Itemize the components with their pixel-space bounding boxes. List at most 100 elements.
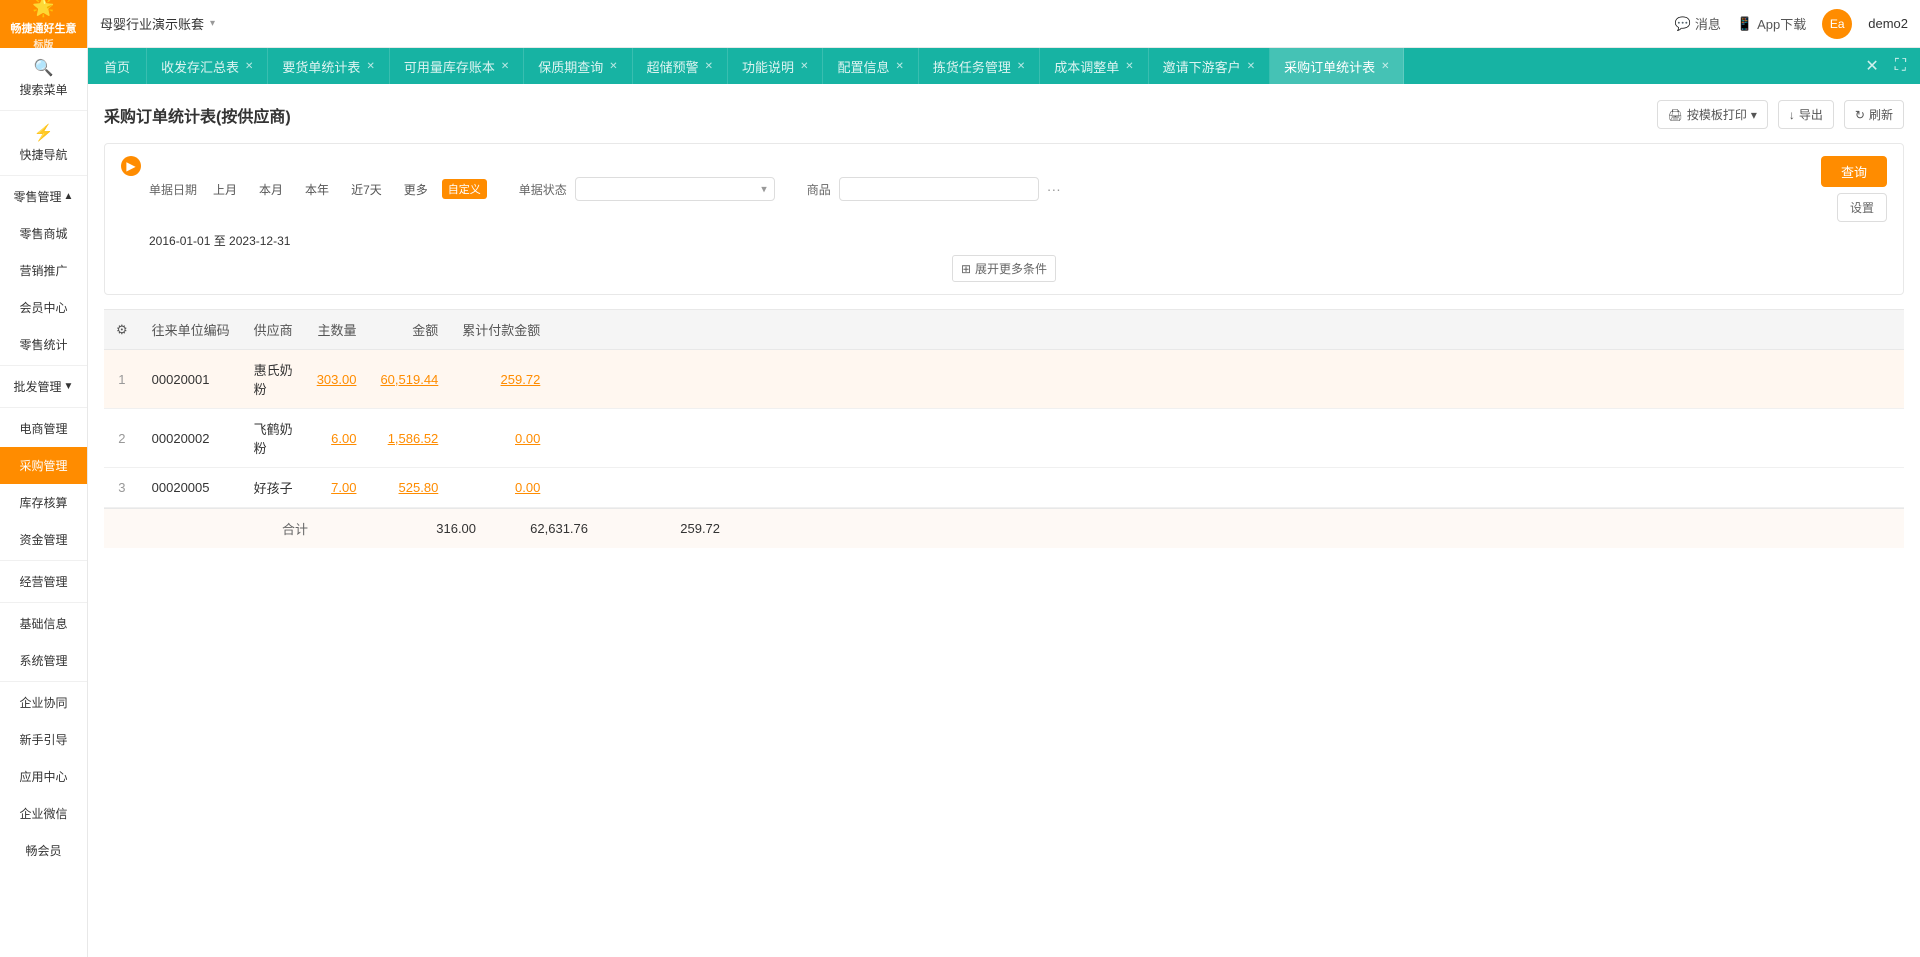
tab-close-icon[interactable]: ✕ bbox=[1247, 61, 1255, 72]
sidebar-item-label: 营销推广 bbox=[19, 262, 67, 279]
tab-invite-customer[interactable]: 邀请下游客户 ✕ bbox=[1149, 48, 1270, 84]
tab-config-info[interactable]: 配置信息 ✕ bbox=[823, 48, 918, 84]
sidebar-item-search[interactable]: 🔍 搜索菜单 bbox=[0, 48, 87, 108]
row-paid[interactable]: 0.00 bbox=[450, 468, 552, 508]
tab-receive-summary[interactable]: 收发存汇总表 ✕ bbox=[147, 48, 268, 84]
tab-overstock-warning[interactable]: 超储预警 ✕ bbox=[633, 48, 728, 84]
avatar-letter: Ea bbox=[1830, 17, 1845, 31]
date-opt-this-year[interactable]: 本年 bbox=[297, 179, 337, 200]
user-avatar[interactable]: Ea bbox=[1822, 9, 1852, 39]
date-opt-more[interactable]: 更多 bbox=[396, 179, 436, 200]
top-bar-right: 💬 消息 📱 App下载 Ea demo2 bbox=[1675, 9, 1908, 39]
row-qty[interactable]: 303.00 bbox=[305, 350, 369, 409]
sidebar-item-member[interactable]: 会员中心 bbox=[0, 289, 87, 326]
search-button[interactable]: 查询 bbox=[1821, 156, 1887, 187]
tab-close-icon[interactable]: ✕ bbox=[245, 61, 253, 72]
status-select[interactable] bbox=[575, 177, 775, 201]
row-amount[interactable]: 525.80 bbox=[368, 468, 450, 508]
row-paid[interactable]: 259.72 bbox=[450, 350, 552, 409]
more-options-icon[interactable]: ··· bbox=[1047, 181, 1061, 197]
tab-close-icon[interactable]: ✕ bbox=[705, 61, 713, 72]
settings-button[interactable]: 设置 bbox=[1837, 193, 1887, 222]
tab-close-icon[interactable]: ✕ bbox=[609, 61, 617, 72]
sidebar-item-label: 企业协同 bbox=[19, 694, 67, 711]
sidebar-item-member2[interactable]: 畅会员 bbox=[0, 832, 87, 869]
date-opt-7days[interactable]: 近7天 bbox=[343, 179, 390, 200]
export-button[interactable]: ↓ 导出 bbox=[1778, 100, 1834, 129]
sidebar-item-newbie[interactable]: 新手引导 bbox=[0, 721, 87, 758]
tab-close-icon[interactable]: ✕ bbox=[501, 61, 509, 72]
row-qty[interactable]: 6.00 bbox=[305, 409, 369, 468]
tabs-close-button[interactable]: ✕ bbox=[1861, 52, 1882, 80]
tab-home[interactable]: 首页 bbox=[88, 48, 147, 84]
row-empty bbox=[552, 468, 1904, 508]
page-content: 采购订单统计表(按供应商) 🖨 按模板打印 ▾ ↓ 导出 ↻ 刷新 bbox=[88, 84, 1920, 957]
sidebar-item-enterprise[interactable]: 企业协同 bbox=[0, 684, 87, 721]
sidebar-item-label: 零售商城 bbox=[19, 225, 67, 242]
date-opt-this-month[interactable]: 本月 bbox=[251, 179, 291, 200]
quick-nav-icon: ⚡ bbox=[34, 123, 54, 143]
tab-purchase-summary[interactable]: 采购订单统计表 ✕ bbox=[1270, 48, 1404, 84]
tab-label: 配置信息 bbox=[837, 57, 889, 76]
table-header-row: ⚙ 往来单位编码 供应商 主数量 金额 累计付款金额 bbox=[104, 310, 1904, 350]
message-button[interactable]: 💬 消息 bbox=[1675, 14, 1721, 33]
sidebar-item-enterprise-wechat[interactable]: 企业微信 bbox=[0, 795, 87, 832]
col-header-amount: 金额 bbox=[368, 310, 450, 350]
tabs-maximize-button[interactable]: ⛶ bbox=[1891, 53, 1910, 79]
sidebar-item-label: 新手引导 bbox=[19, 731, 67, 748]
sidebar-item-retail[interactable]: 零售管理 ▲ bbox=[0, 178, 87, 215]
sidebar-item-inventory[interactable]: 库存核算 bbox=[0, 484, 87, 521]
search-icon: 🔍 bbox=[34, 58, 54, 78]
tab-order-summary[interactable]: 要货单统计表 ✕ bbox=[268, 48, 389, 84]
print-button[interactable]: 🖨 按模板打印 ▾ bbox=[1657, 100, 1768, 129]
tab-pick-task[interactable]: 拣货任务管理 ✕ bbox=[919, 48, 1040, 84]
app-download-button[interactable]: 📱 App下载 bbox=[1737, 14, 1806, 33]
sidebar-item-finance[interactable]: 资金管理 bbox=[0, 521, 87, 558]
goods-filter-input[interactable] bbox=[839, 177, 1039, 201]
expand-icon: ⊞ bbox=[961, 262, 971, 276]
page-header: 采购订单统计表(按供应商) 🖨 按模板打印 ▾ ↓ 导出 ↻ 刷新 bbox=[104, 100, 1904, 129]
logo-text: 畅捷通好生意 bbox=[11, 20, 77, 36]
sidebar-item-label: 基础信息 bbox=[19, 615, 67, 632]
row-amount[interactable]: 60,519.44 bbox=[368, 350, 450, 409]
refresh-button[interactable]: ↻ 刷新 bbox=[1844, 100, 1904, 129]
row-amount[interactable]: 1,586.52 bbox=[368, 409, 450, 468]
sidebar-item-quick-nav[interactable]: ⚡ 快捷导航 bbox=[0, 113, 87, 173]
row-supplier: 好孩子 bbox=[242, 468, 305, 508]
sidebar-item-retail-shop[interactable]: 零售商城 bbox=[0, 215, 87, 252]
tab-close-icon[interactable]: ✕ bbox=[1017, 61, 1025, 72]
print-icon: 🖨 bbox=[1668, 108, 1683, 122]
tab-close-icon[interactable]: ✕ bbox=[1381, 61, 1389, 72]
wholesale-arrow-icon: ▼ bbox=[64, 381, 74, 392]
date-opt-last-month[interactable]: 上月 bbox=[205, 179, 245, 200]
row-code: 00020001 bbox=[140, 350, 242, 409]
sidebar-item-app-center[interactable]: 应用中心 bbox=[0, 758, 87, 795]
tab-close-icon[interactable]: ✕ bbox=[800, 61, 808, 72]
sidebar-item-marketing[interactable]: 营销推广 bbox=[0, 252, 87, 289]
tab-label: 保质期查询 bbox=[538, 57, 603, 76]
row-qty[interactable]: 7.00 bbox=[305, 468, 369, 508]
tab-expiry-query[interactable]: 保质期查询 ✕ bbox=[524, 48, 632, 84]
app-download-label: App下载 bbox=[1757, 14, 1806, 33]
tab-cost-adjust[interactable]: 成本调整单 ✕ bbox=[1040, 48, 1148, 84]
tab-close-icon[interactable]: ✕ bbox=[366, 61, 374, 72]
tab-function-desc[interactable]: 功能说明 ✕ bbox=[728, 48, 823, 84]
sidebar-item-wholesale[interactable]: 批发管理 ▼ bbox=[0, 368, 87, 405]
workspace-selector[interactable]: 母婴行业演示账套 ▾ bbox=[100, 14, 215, 33]
tab-close-icon[interactable]: ✕ bbox=[895, 61, 903, 72]
custom-date-badge[interactable]: 自定义 bbox=[442, 179, 487, 199]
table-settings-icon[interactable]: ⚙ bbox=[104, 310, 140, 350]
sidebar-item-purchase[interactable]: 采购管理 bbox=[0, 447, 87, 484]
sidebar-item-ecommerce[interactable]: 电商管理 bbox=[0, 410, 87, 447]
sidebar-item-retail-stats[interactable]: 零售统计 bbox=[0, 326, 87, 363]
filter-top-row: ▶ 单据日期 上月 本月 本年 近7天 更多 自定义 bbox=[121, 156, 1887, 249]
sidebar-item-operation[interactable]: 经营管理 bbox=[0, 563, 87, 600]
tab-close-icon[interactable]: ✕ bbox=[1125, 61, 1133, 72]
collapse-toggle-button[interactable]: ▶ bbox=[121, 156, 141, 176]
sidebar-item-basic-info[interactable]: 基础信息 bbox=[0, 605, 87, 642]
footer-paid: 259.72 bbox=[620, 521, 720, 536]
expand-more-button[interactable]: ⊞ 展开更多条件 bbox=[952, 255, 1056, 282]
row-paid[interactable]: 0.00 bbox=[450, 409, 552, 468]
tab-inventory-book[interactable]: 可用量库存账本 ✕ bbox=[390, 48, 524, 84]
sidebar-item-system[interactable]: 系统管理 bbox=[0, 642, 87, 679]
